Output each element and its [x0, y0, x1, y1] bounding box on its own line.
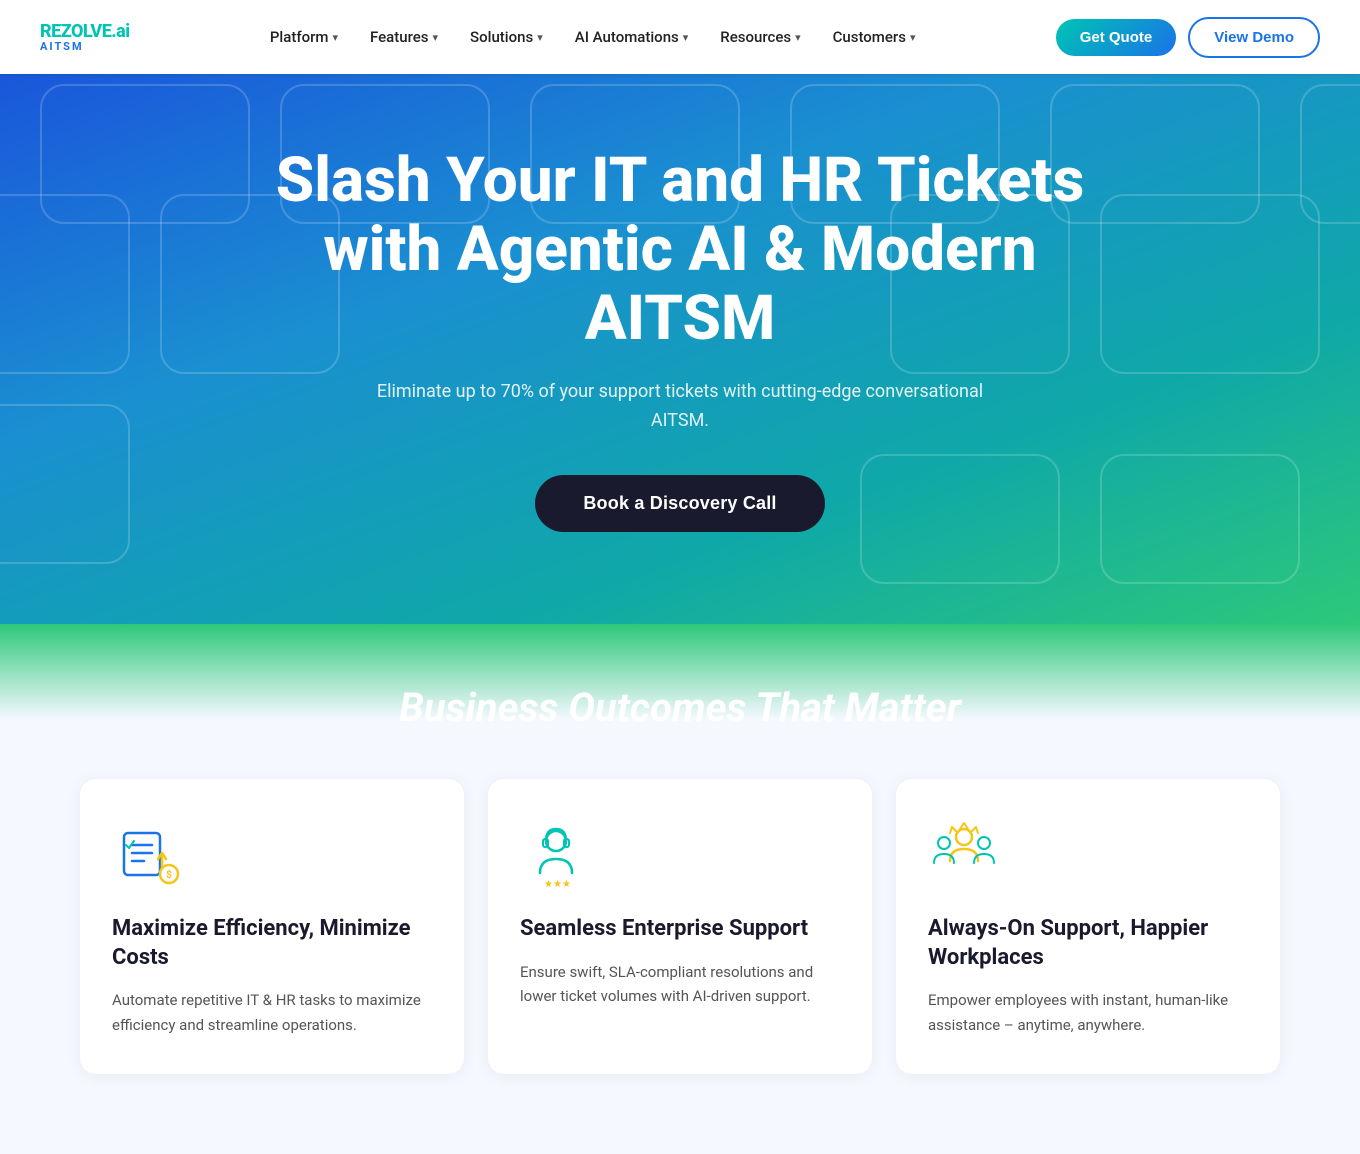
- enterprise-icon-svg: ★ ★ ★: [520, 819, 592, 891]
- navigation: REZOLVE.ai AITSM Platform ▾ Features ▾ S…: [0, 0, 1360, 74]
- enterprise-icon: ★ ★ ★: [520, 819, 592, 891]
- nav-item-customers[interactable]: Customers ▾: [819, 20, 930, 54]
- chevron-down-icon: ▾: [910, 31, 916, 44]
- nav-item-ai-automations[interactable]: AI Automations ▾: [561, 20, 703, 54]
- nav-item-resources[interactable]: Resources ▾: [706, 20, 814, 54]
- decor-rect-9: [1100, 194, 1320, 374]
- card-efficiency: $ Maximize Efficiency, Minimize Costs Au…: [80, 779, 464, 1074]
- hero-content: Slash Your IT and HR Tickets with Agenti…: [230, 146, 1130, 533]
- chevron-down-icon: ▾: [333, 31, 339, 44]
- decor-rect-1: [40, 84, 250, 224]
- hero-subtitle: Eliminate up to 70% of your support tick…: [360, 378, 1000, 436]
- card-2-title: Seamless Enterprise Support: [520, 915, 840, 944]
- svg-text:★: ★: [553, 879, 562, 890]
- logo-aitsm: AITSM: [40, 41, 130, 52]
- card-3-title: Always-On Support, Happier Workplaces: [928, 915, 1248, 972]
- logo-text-plain: REZ: [40, 21, 71, 42]
- decor-rect-12: [1100, 454, 1300, 584]
- chevron-down-icon: ▾: [537, 31, 543, 44]
- efficiency-icon-svg: $: [112, 819, 184, 891]
- logo-text-colored: OLVE.ai: [71, 21, 130, 42]
- outcomes-cards: $ Maximize Efficiency, Minimize Costs Au…: [80, 779, 1280, 1074]
- svg-text:★: ★: [544, 879, 553, 890]
- card-support: Always-On Support, Happier Workplaces Em…: [896, 779, 1280, 1074]
- outcomes-title: Business Outcomes That Matter: [20, 684, 1340, 731]
- chevron-down-icon: ▾: [683, 31, 689, 44]
- nav-links: Platform ▾ Features ▾ Solutions ▾ AI Aut…: [256, 20, 930, 54]
- book-discovery-call-button[interactable]: Book a Discovery Call: [535, 475, 824, 532]
- support-icon: [928, 819, 1000, 891]
- hero-section: Slash Your IT and HR Tickets with Agenti…: [0, 74, 1360, 624]
- card-3-desc: Empower employees with instant, human-li…: [928, 988, 1248, 1038]
- svg-text:$: $: [166, 868, 172, 881]
- view-demo-button[interactable]: View Demo: [1188, 17, 1320, 58]
- nav-item-features[interactable]: Features ▾: [356, 20, 452, 54]
- efficiency-icon: $: [112, 819, 184, 891]
- chevron-down-icon: ▾: [433, 31, 439, 44]
- get-quote-button[interactable]: Get Quote: [1056, 19, 1177, 56]
- outcomes-section: Business Outcomes That Matter: [0, 624, 1360, 1154]
- card-1-title: Maximize Efficiency, Minimize Costs: [112, 915, 432, 972]
- card-1-desc: Automate repetitive IT & HR tasks to max…: [112, 988, 432, 1038]
- hero-title: Slash Your IT and HR Tickets with Agenti…: [230, 146, 1130, 354]
- logo[interactable]: REZOLVE.ai AITSM: [40, 23, 130, 52]
- card-2-desc: Ensure swift, SLA-compliant resolutions …: [520, 960, 840, 1010]
- card-enterprise: ★ ★ ★ Seamless Enterprise Support Ensure…: [488, 779, 872, 1074]
- nav-actions: Get Quote View Demo: [1056, 17, 1320, 58]
- svg-text:★: ★: [562, 879, 571, 890]
- decor-rect-7: [0, 194, 130, 374]
- decor-rect-6: [1300, 84, 1360, 224]
- support-icon-svg: [928, 819, 1000, 891]
- chevron-down-icon: ▾: [795, 31, 801, 44]
- nav-item-platform[interactable]: Platform ▾: [256, 20, 352, 54]
- decor-rect-11: [0, 404, 130, 564]
- nav-item-solutions[interactable]: Solutions ▾: [456, 20, 557, 54]
